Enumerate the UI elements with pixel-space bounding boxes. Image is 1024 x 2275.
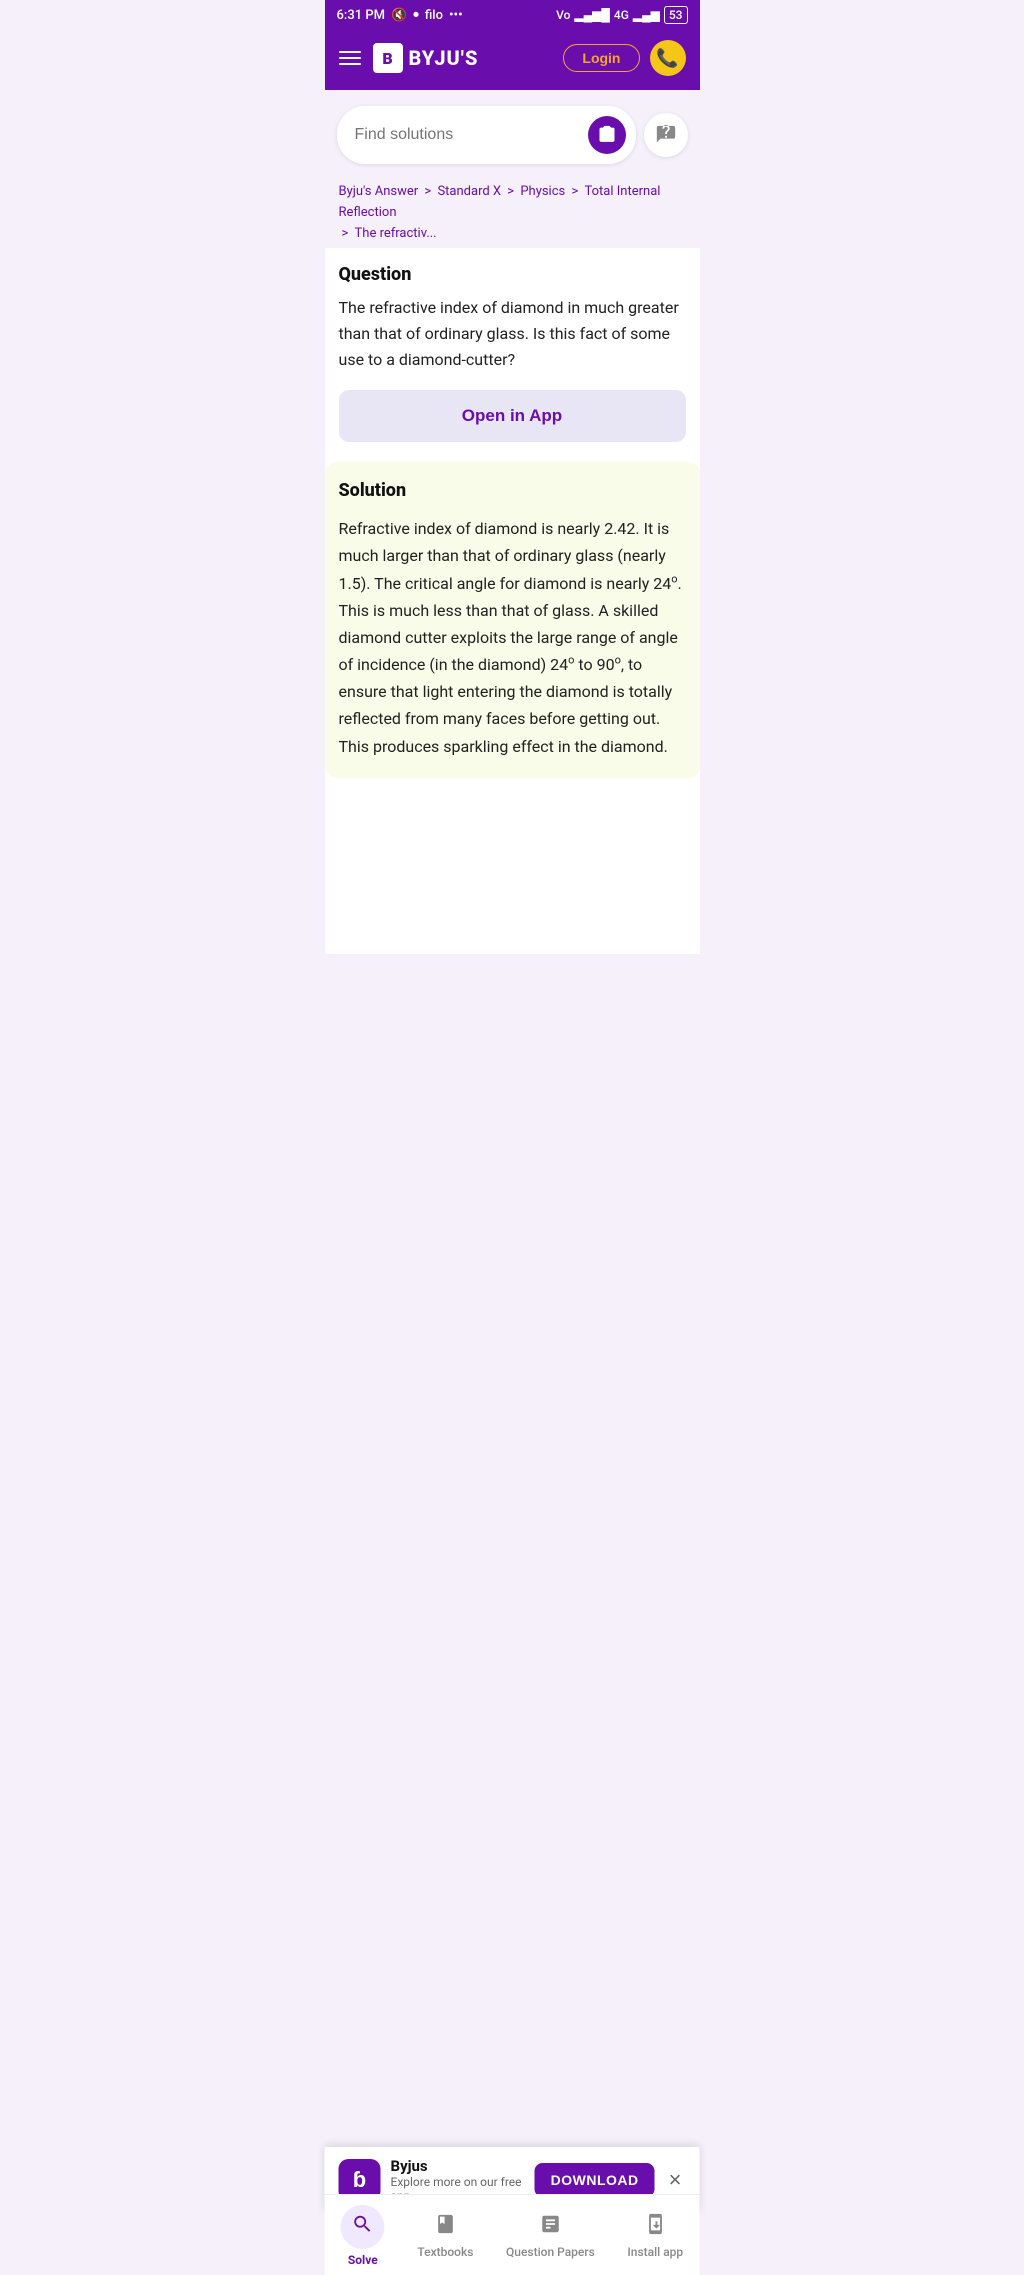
status-left: 6:31 PM 🔇 ⏺ filo ••• (337, 8, 463, 23)
search-area (325, 90, 700, 174)
breadcrumb-item-1[interactable]: Byju's Answer (339, 184, 419, 199)
mute-icon: 🔇 (391, 8, 407, 23)
battery: 53 (664, 6, 688, 24)
nav-item-install-app[interactable]: Install app (617, 2211, 693, 2261)
hamburger-line2 (339, 57, 361, 59)
search-box (337, 106, 636, 164)
help-icon (655, 124, 677, 146)
nav-item-textbooks[interactable]: Textbooks (407, 2211, 483, 2261)
breadcrumb-item-5[interactable]: The refractiv... (355, 226, 437, 241)
hamburger-line3 (339, 63, 361, 65)
more-icon: ••• (449, 8, 463, 23)
signal-bars: ▂▄▆█ (574, 8, 609, 22)
search-input[interactable] (355, 126, 588, 144)
sep1: > (424, 184, 434, 199)
hamburger-menu[interactable] (339, 51, 361, 65)
nav-item-solve[interactable]: Solve (331, 2203, 395, 2269)
solve-icon (352, 2213, 374, 2241)
lte-icon: 4G (614, 8, 629, 22)
nav-solve-bg (341, 2205, 385, 2249)
bottom-nav: Solve Textbooks Question Papers Install … (325, 2194, 700, 2275)
record-icon: ⏺ (413, 8, 419, 22)
nav-question-papers-label: Question Papers (506, 2245, 595, 2259)
solution-text: Refractive index of diamond is nearly 2.… (339, 515, 686, 760)
logo-icon: B (373, 43, 403, 73)
textbooks-icon (434, 2213, 456, 2241)
install-app-icon (644, 2213, 666, 2241)
nav-install-app-label: Install app (627, 2245, 683, 2259)
sep4: > (342, 226, 352, 241)
content-area: Question The refractive index of diamond… (325, 248, 700, 953)
open-in-app-button[interactable]: Open in App (339, 390, 686, 442)
download-button[interactable]: DOWNLOAD (535, 2163, 655, 2197)
signal-bars2: ▂▄▆ (633, 8, 660, 22)
banner-app-name: Byjus (391, 2157, 525, 2175)
solution-box: Solution Refractive index of diamond is … (325, 462, 700, 778)
breadcrumb-item-3[interactable]: Physics (520, 184, 565, 199)
header-left: B BYJU'S (339, 43, 479, 73)
breadcrumb-item-2[interactable]: Standard X (437, 184, 501, 199)
signal-icon: Vo (556, 8, 570, 22)
hamburger-line1 (339, 51, 361, 53)
sep3: > (571, 184, 581, 199)
login-button[interactable]: Login (563, 44, 639, 72)
camera-button[interactable] (588, 116, 626, 154)
sep2: > (507, 184, 517, 199)
carrier: filo (425, 8, 443, 23)
camera-icon (597, 125, 617, 145)
question-papers-icon (539, 2213, 561, 2241)
header-right: Login 📞 (563, 40, 685, 76)
logo-text: BYJU'S (409, 46, 479, 70)
status-bar: 6:31 PM 🔇 ⏺ filo ••• Vo ▂▄▆█ 4G ▂▄▆ 53 (325, 0, 700, 30)
status-right: Vo ▂▄▆█ 4G ▂▄▆ 53 (556, 6, 687, 24)
question-label: Question (339, 264, 686, 285)
time: 6:31 PM (337, 8, 386, 23)
close-banner-button[interactable]: × (665, 2165, 686, 2195)
solution-label: Solution (339, 480, 686, 501)
logo-container: B BYJU'S (373, 43, 479, 73)
nav-item-question-papers[interactable]: Question Papers (496, 2211, 605, 2261)
header: B BYJU'S Login 📞 (325, 30, 700, 90)
nav-textbooks-label: Textbooks (417, 2245, 473, 2259)
help-button[interactable] (644, 113, 688, 157)
nav-solve-label: Solve (348, 2253, 378, 2267)
question-text: The refractive index of diamond in much … (339, 295, 686, 372)
phone-button[interactable]: 📞 (650, 40, 686, 76)
breadcrumb: Byju's Answer > Standard X > Physics > T… (325, 174, 700, 248)
